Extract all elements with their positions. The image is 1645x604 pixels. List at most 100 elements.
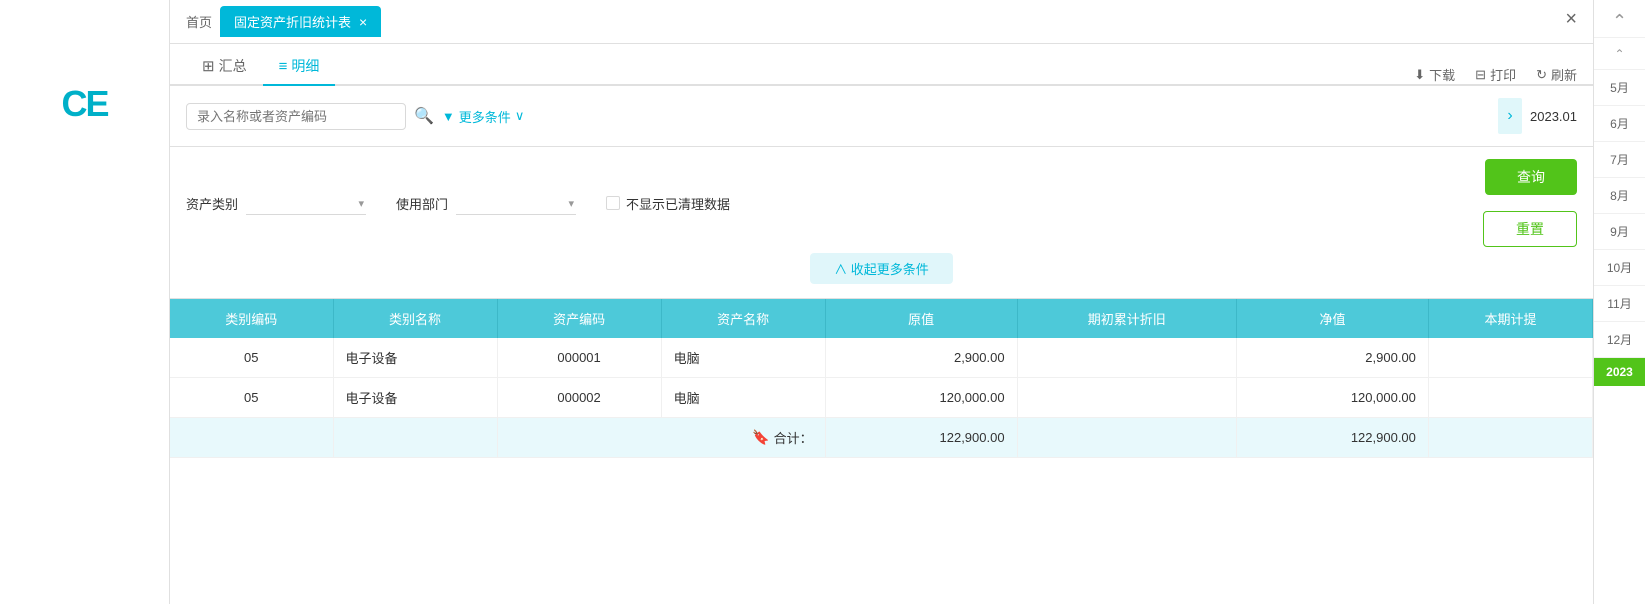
cell-asset-code: 000001 <box>497 338 661 378</box>
total-empty-2 <box>333 418 497 458</box>
sidebar-up2-btn[interactable]: ⌃ <box>1594 38 1645 70</box>
tab-detail-label: 明细 <box>291 56 319 76</box>
query-btn[interactable]: 查询 <box>1485 159 1577 195</box>
month-8[interactable]: 8月 <box>1594 178 1645 214</box>
refresh-icon: ↻ <box>1536 67 1547 83</box>
cell-asset-name: 电脑 <box>661 378 825 418</box>
download-label: 下载 <box>1429 65 1455 84</box>
cell-accum-dep <box>1017 378 1236 418</box>
print-icon: ⊟ <box>1475 67 1486 83</box>
reset-btn[interactable]: 重置 <box>1483 211 1577 247</box>
more-filter-btn[interactable]: ▼ 更多条件 ∨ <box>442 107 524 126</box>
hide-cleared-label: 不显示已清理数据 <box>626 194 730 213</box>
search-icon[interactable]: 🔍 <box>414 106 434 126</box>
table-row: 05 电子设备 000001 电脑 2,900.00 2,900.00 <box>170 338 1593 378</box>
tab-actions: ⬇ 下载 ⊟ 打印 ↻ 刷新 <box>1414 65 1577 84</box>
chevron-down-icon: ∨ <box>515 108 525 124</box>
table-header-row: 类别编码 类别名称 资产编码 资产名称 原值 期初累计折旧 净值 本期计提 <box>170 299 1593 338</box>
month-5[interactable]: 5月 <box>1594 70 1645 106</box>
total-orig-val: 122,900.00 <box>825 418 1017 458</box>
month-11[interactable]: 11月 <box>1594 286 1645 322</box>
refresh-label: 刷新 <box>1551 65 1577 84</box>
tab-summary-label: 汇总 <box>219 56 247 76</box>
department-label: 使用部门 <box>396 194 448 213</box>
col-current-period: 本期计提 <box>1428 299 1592 338</box>
logo-area: CE <box>0 0 170 604</box>
tab-detail[interactable]: ≡ 明细 <box>263 48 336 86</box>
cell-cat-code: 05 <box>170 378 333 418</box>
asset-category-select-wrapper <box>246 191 366 215</box>
col-category-code: 类别编码 <box>170 299 333 338</box>
month-9[interactable]: 9月 <box>1594 214 1645 250</box>
download-btn[interactable]: ⬇ 下载 <box>1414 65 1455 84</box>
active-tab[interactable]: 固定资产折旧统计表 × <box>220 6 381 37</box>
cell-net-val: 120,000.00 <box>1237 378 1429 418</box>
sidebar-up-btn[interactable]: ⌃ <box>1594 6 1645 38</box>
filter-area: 资产类别 使用部门 <box>170 147 1593 299</box>
month-12[interactable]: 12月 <box>1594 322 1645 358</box>
cell-cur-period <box>1428 378 1592 418</box>
search-bar: 🔍 ▼ 更多条件 ∨ › 2023.01 <box>170 86 1593 147</box>
query-btns: 查询 重置 <box>1483 159 1577 247</box>
logo-icon: CE <box>40 70 130 138</box>
top-nav: 首页 固定资产折旧统计表 × × <box>170 0 1593 44</box>
total-row: 🔖 合计： 122,900.00 122,900.00 <box>170 418 1593 458</box>
department-select-wrapper <box>456 191 576 215</box>
summary-icon: ⊞ <box>202 57 215 75</box>
asset-category-select[interactable] <box>246 191 366 215</box>
tab-bar: ⊞ 汇总 ≡ 明细 ⬇ 下载 ⊟ 打印 ↻ 刷新 <box>170 44 1593 86</box>
cell-cur-period <box>1428 338 1592 378</box>
total-net-val: 122,900.00 <box>1237 418 1429 458</box>
table-wrapper: 类别编码 类别名称 资产编码 资产名称 原值 期初累计折旧 净值 本期计提 05… <box>170 299 1593 604</box>
asset-category-label: 资产类别 <box>186 194 238 213</box>
total-label-text: 合计： <box>774 428 813 447</box>
cell-cat-name: 电子设备 <box>333 378 497 418</box>
col-asset-code: 资产编码 <box>497 299 661 338</box>
col-asset-name: 资产名称 <box>661 299 825 338</box>
print-label: 打印 <box>1490 65 1516 84</box>
cell-asset-name: 电脑 <box>661 338 825 378</box>
refresh-btn[interactable]: ↻ 刷新 <box>1536 65 1577 84</box>
main-content: 首页 固定资产折旧统计表 × × ⊞ 汇总 ≡ 明细 ⬇ 下载 <box>170 0 1593 604</box>
hide-cleared-group: 不显示已清理数据 <box>606 194 730 213</box>
total-accum-dep <box>1017 418 1236 458</box>
search-input[interactable] <box>186 103 406 130</box>
collapse-row: ∧ 收起更多条件 <box>186 247 1577 290</box>
total-icon: 🔖 <box>752 429 769 446</box>
total-label-cell: 🔖 合计： <box>497 418 825 458</box>
col-original-value: 原值 <box>825 299 1017 338</box>
total-cur-period <box>1428 418 1592 458</box>
right-sidebar: ⌃ ⌃ 5月 6月 7月 8月 9月 10月 11月 12月 2023 <box>1593 0 1645 604</box>
filter-icon: ▼ <box>442 109 455 124</box>
cell-orig-val: 2,900.00 <box>825 338 1017 378</box>
detail-icon: ≡ <box>279 58 288 75</box>
tab-title: 固定资产折旧统计表 <box>234 12 351 31</box>
data-table: 类别编码 类别名称 资产编码 资产名称 原值 期初累计折旧 净值 本期计提 05… <box>170 299 1593 458</box>
asset-category-group: 资产类别 <box>186 191 366 215</box>
col-accumulated-dep: 期初累计折旧 <box>1017 299 1236 338</box>
month-6[interactable]: 6月 <box>1594 106 1645 142</box>
date-label: 2023.01 <box>1530 109 1577 124</box>
cell-net-val: 2,900.00 <box>1237 338 1429 378</box>
table-row: 05 电子设备 000002 电脑 120,000.00 120,000.00 <box>170 378 1593 418</box>
cell-cat-code: 05 <box>170 338 333 378</box>
hide-cleared-checkbox[interactable] <box>606 196 620 210</box>
tab-close-btn[interactable]: × <box>359 14 367 30</box>
print-btn[interactable]: ⊟ 打印 <box>1475 65 1516 84</box>
department-group: 使用部门 <box>396 191 576 215</box>
cell-accum-dep <box>1017 338 1236 378</box>
tab-summary[interactable]: ⊞ 汇总 <box>186 48 263 86</box>
year-badge[interactable]: 2023 <box>1594 358 1645 386</box>
month-7[interactable]: 7月 <box>1594 142 1645 178</box>
col-category-name: 类别名称 <box>333 299 497 338</box>
month-10[interactable]: 10月 <box>1594 250 1645 286</box>
collapse-btn[interactable]: ∧ 收起更多条件 <box>810 253 953 284</box>
nav-home[interactable]: 首页 <box>186 12 212 31</box>
cell-asset-code: 000002 <box>497 378 661 418</box>
scroll-right-btn[interactable]: › <box>1498 98 1522 134</box>
cell-cat-name: 电子设备 <box>333 338 497 378</box>
close-window-btn[interactable]: × <box>1565 8 1577 31</box>
download-icon: ⬇ <box>1414 67 1425 83</box>
total-empty-1 <box>170 418 333 458</box>
department-select[interactable] <box>456 191 576 215</box>
